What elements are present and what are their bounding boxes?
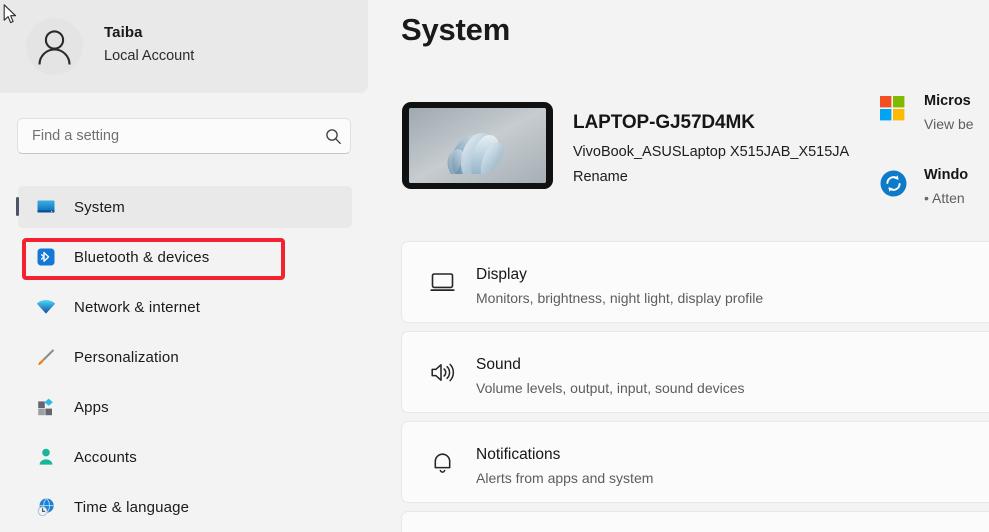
microsoft-logo-icon	[880, 96, 905, 126]
device-model: VivoBook_ASUSLaptop X515JAB_X515JA	[573, 144, 850, 160]
device-thumbnail	[402, 102, 553, 189]
sidebar-item-network-internet[interactable]: Network & internet	[18, 286, 352, 328]
settings-row-title: Sound	[476, 356, 521, 373]
settings-row-title: Display	[476, 266, 527, 283]
sidebar-item-label: System	[74, 198, 125, 216]
sidebar-item-label: Accounts	[74, 448, 137, 466]
apps-grid-icon	[32, 396, 60, 418]
search-input[interactable]	[18, 119, 316, 153]
sidebar-nav: System Bluetooth & devices Network & int…	[0, 186, 370, 532]
windows-update-sync-icon	[880, 170, 907, 202]
windows-bloom-wallpaper	[409, 108, 546, 183]
person-avatar-icon	[26, 18, 83, 75]
settings-rows: Display Monitors, brightness, night ligh…	[401, 241, 989, 532]
sidebar: Taiba Local Account Find a setting Syste…	[0, 0, 370, 532]
sidebar-item-label: Apps	[74, 398, 109, 416]
sidebar-item-accounts[interactable]: Accounts	[18, 436, 352, 478]
monitor-icon	[424, 242, 460, 322]
globe-clock-icon	[32, 496, 60, 518]
sidebar-item-label: Network & internet	[74, 298, 201, 316]
profile-panel[interactable]: Taiba Local Account	[0, 0, 368, 93]
system-monitor-icon	[32, 196, 60, 218]
sidebar-item-time-language[interactable]: Time & language	[18, 486, 352, 528]
settings-row-partial[interactable]	[401, 511, 989, 532]
settings-row-sound[interactable]: Sound Volume levels, output, input, soun…	[401, 331, 989, 413]
search-box[interactable]	[17, 118, 351, 154]
side-card-title: Windo	[924, 167, 969, 183]
profile-account-type: Local Account	[104, 48, 195, 64]
sidebar-item-system[interactable]: System	[16, 186, 352, 228]
search-icon[interactable]	[316, 128, 350, 145]
side-card-subtitle-text: Atten	[932, 190, 965, 206]
settings-row-notifications[interactable]: Notifications Alerts from apps and syste…	[401, 421, 989, 503]
sidebar-item-bluetooth-devices[interactable]: Bluetooth & devices	[18, 236, 352, 278]
speaker-icon	[424, 332, 460, 412]
side-card-subtitle: • Atten	[924, 190, 965, 206]
profile-name: Taiba	[104, 24, 143, 41]
settings-row-subtitle: Volume levels, output, input, sound devi…	[476, 380, 745, 396]
side-card-title: Micros	[924, 93, 971, 109]
settings-row-title: Notifications	[476, 446, 561, 463]
side-card-subtitle: View be	[924, 116, 974, 132]
page-title: System	[401, 12, 511, 47]
settings-row-subtitle: Alerts from apps and system	[476, 470, 654, 486]
settings-row-subtitle: Monitors, brightness, night light, displ…	[476, 290, 764, 306]
main-content: System LAPTOP-GJ57D4MK VivoBook_ASUSLapt…	[370, 0, 989, 532]
bell-icon	[424, 422, 460, 502]
device-rename-link[interactable]: Rename	[573, 169, 628, 185]
device-name: LAPTOP-GJ57D4MK	[573, 112, 755, 133]
sidebar-item-label: Bluetooth & devices	[74, 248, 210, 266]
sidebar-item-personalization[interactable]: Personalization	[18, 336, 352, 378]
sidebar-item-apps[interactable]: Apps	[18, 386, 352, 428]
wifi-icon	[32, 296, 60, 318]
paintbrush-icon	[32, 346, 60, 368]
sidebar-item-label: Time & language	[74, 498, 190, 516]
settings-window: Taiba Local Account Find a setting Syste…	[0, 0, 989, 532]
sidebar-item-label: Personalization	[74, 348, 179, 366]
bluetooth-icon	[32, 246, 60, 268]
settings-row-display[interactable]: Display Monitors, brightness, night ligh…	[401, 241, 989, 323]
person-icon	[32, 446, 60, 468]
